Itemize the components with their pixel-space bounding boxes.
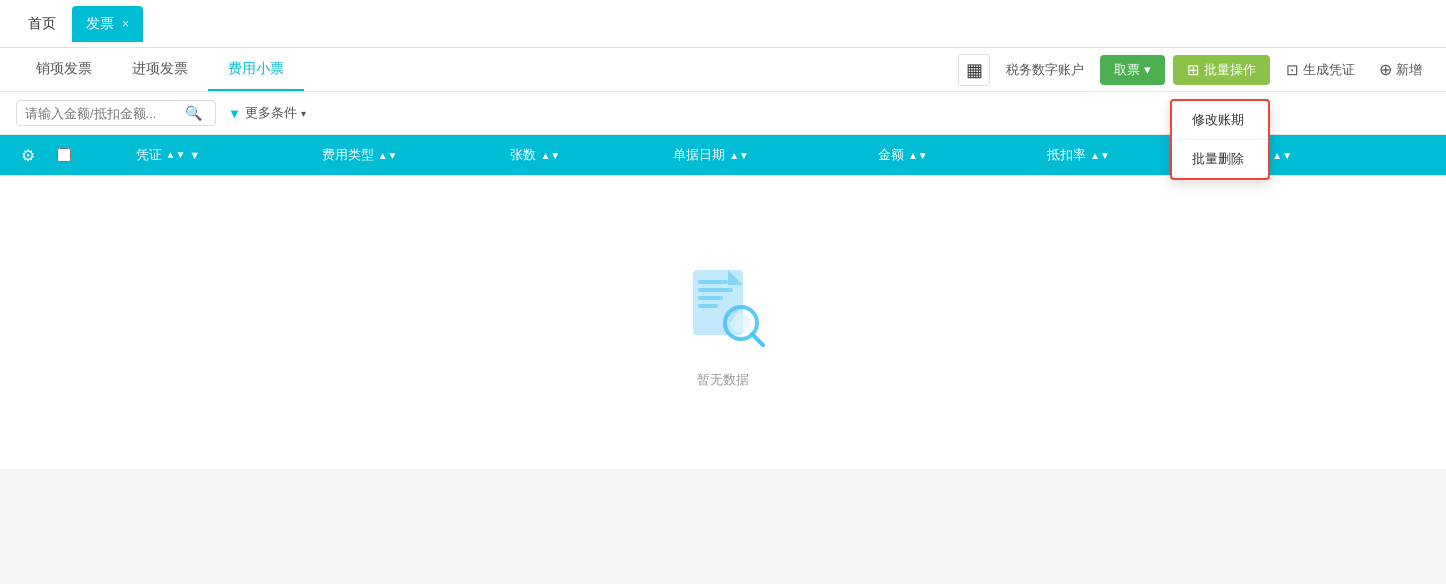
- tax-account-button[interactable]: 税务数字账户: [998, 61, 1092, 79]
- tab-expense[interactable]: 费用小票: [208, 48, 304, 91]
- dropdown-item-batch-delete[interactable]: 批量删除: [1172, 139, 1268, 178]
- empty-state: 暂无数据: [0, 175, 1446, 469]
- th-date-label: 单据日期: [673, 146, 725, 164]
- search-box: 🔍: [16, 100, 216, 126]
- th-sheets-sort-icon: ▲▼: [540, 150, 560, 161]
- th-deduct-rate[interactable]: 抵扣率 ▲▼: [991, 146, 1167, 164]
- th-deduct-rate-label: 抵扣率: [1047, 146, 1086, 164]
- qupiao-label: 取票: [1114, 61, 1140, 79]
- th-expense-type-label: 费用类型: [322, 146, 374, 164]
- generate-icon: ⊡: [1286, 61, 1299, 79]
- batch-button[interactable]: ⊞ 批量操作: [1173, 55, 1270, 85]
- tab-purchase[interactable]: 进项发票: [112, 48, 208, 91]
- th-voucher-filter-icon[interactable]: ▼: [189, 149, 200, 161]
- qupiao-button[interactable]: 取票 ▾: [1100, 55, 1165, 85]
- th-amount-label: 金额: [878, 146, 904, 164]
- sub-tabs: 销项发票 进项发票 费用小票: [16, 48, 304, 91]
- add-button[interactable]: ⊕ 新增: [1371, 54, 1430, 85]
- svg-rect-3: [698, 296, 723, 300]
- filter-icon: ▼: [228, 106, 241, 121]
- search-icon[interactable]: 🔍: [185, 105, 202, 121]
- chevron-down-icon: ▾: [301, 108, 306, 119]
- th-checkbox[interactable]: [48, 148, 80, 162]
- invoice-tab-close[interactable]: ×: [122, 17, 129, 31]
- more-conditions-label: 更多条件: [245, 104, 297, 122]
- toolbar-right: ▦ 税务数字账户 取票 ▾ ⊞ 批量操作 修改账期 批量删除 ⊡ 生成: [958, 54, 1430, 86]
- toolbar-left: 🔍 ▼ 更多条件 ▾: [16, 100, 306, 126]
- th-date-sort-icon: ▲▼: [729, 150, 749, 161]
- home-tab[interactable]: 首页: [16, 0, 68, 47]
- tab-sales[interactable]: 销项发票: [16, 48, 112, 91]
- th-voucher[interactable]: 凭证 ▲▼ ▼: [80, 146, 256, 164]
- generate-voucher-button[interactable]: ⊡ 生成凭证: [1278, 55, 1363, 85]
- qr-button[interactable]: ▦: [958, 54, 990, 86]
- svg-line-7: [752, 334, 763, 345]
- add-label: 新增: [1396, 61, 1422, 79]
- select-all-checkbox[interactable]: [57, 148, 71, 162]
- svg-rect-2: [698, 288, 733, 292]
- th-expense-type[interactable]: 费用类型 ▲▼: [256, 146, 464, 164]
- qupiao-arrow: ▾: [1144, 62, 1151, 77]
- th-date[interactable]: 单据日期 ▲▼: [607, 146, 815, 164]
- th-expense-type-sort-icon: ▲▼: [378, 150, 398, 161]
- th-sheets-label: 张数: [510, 146, 536, 164]
- empty-illustration: [673, 255, 773, 355]
- batch-label: 批量操作: [1204, 61, 1256, 79]
- svg-rect-4: [698, 304, 718, 308]
- batch-button-wrap: ⊞ 批量操作 修改账期 批量删除: [1173, 55, 1270, 85]
- top-nav: 首页 发票 ×: [0, 0, 1446, 48]
- add-icon: ⊕: [1379, 60, 1392, 79]
- svg-rect-1: [698, 280, 728, 284]
- th-deduct-rate-sort-icon: ▲▼: [1090, 150, 1110, 161]
- invoice-tab-label: 发票: [86, 15, 114, 33]
- th-deduct-amount-sort-icon: ▲▼: [1272, 150, 1292, 161]
- th-amount-sort-icon: ▲▼: [908, 150, 928, 161]
- dropdown-item-modify-period[interactable]: 修改账期: [1172, 101, 1268, 139]
- generate-label: 生成凭证: [1303, 61, 1355, 79]
- th-settings[interactable]: ⚙: [8, 146, 48, 165]
- th-voucher-label: 凭证: [136, 146, 162, 164]
- th-voucher-sort-icon: ▲▼: [166, 151, 186, 159]
- invoice-tab[interactable]: 发票 ×: [72, 6, 143, 42]
- th-amount[interactable]: 金额 ▲▼: [815, 146, 991, 164]
- qr-icon: ▦: [966, 59, 983, 81]
- more-conditions-button[interactable]: ▼ 更多条件 ▾: [228, 104, 306, 122]
- page-content: 销项发票 进项发票 费用小票 ▦ 税务数字账户 取票 ▾ ⊞ 批量操作: [0, 48, 1446, 469]
- empty-state-label: 暂无数据: [697, 371, 749, 389]
- settings-icon: ⚙: [21, 146, 35, 165]
- batch-dropdown-menu: 修改账期 批量删除: [1170, 99, 1270, 180]
- search-input[interactable]: [25, 106, 185, 121]
- batch-icon: ⊞: [1187, 61, 1200, 79]
- th-sheets[interactable]: 张数 ▲▼: [463, 146, 607, 164]
